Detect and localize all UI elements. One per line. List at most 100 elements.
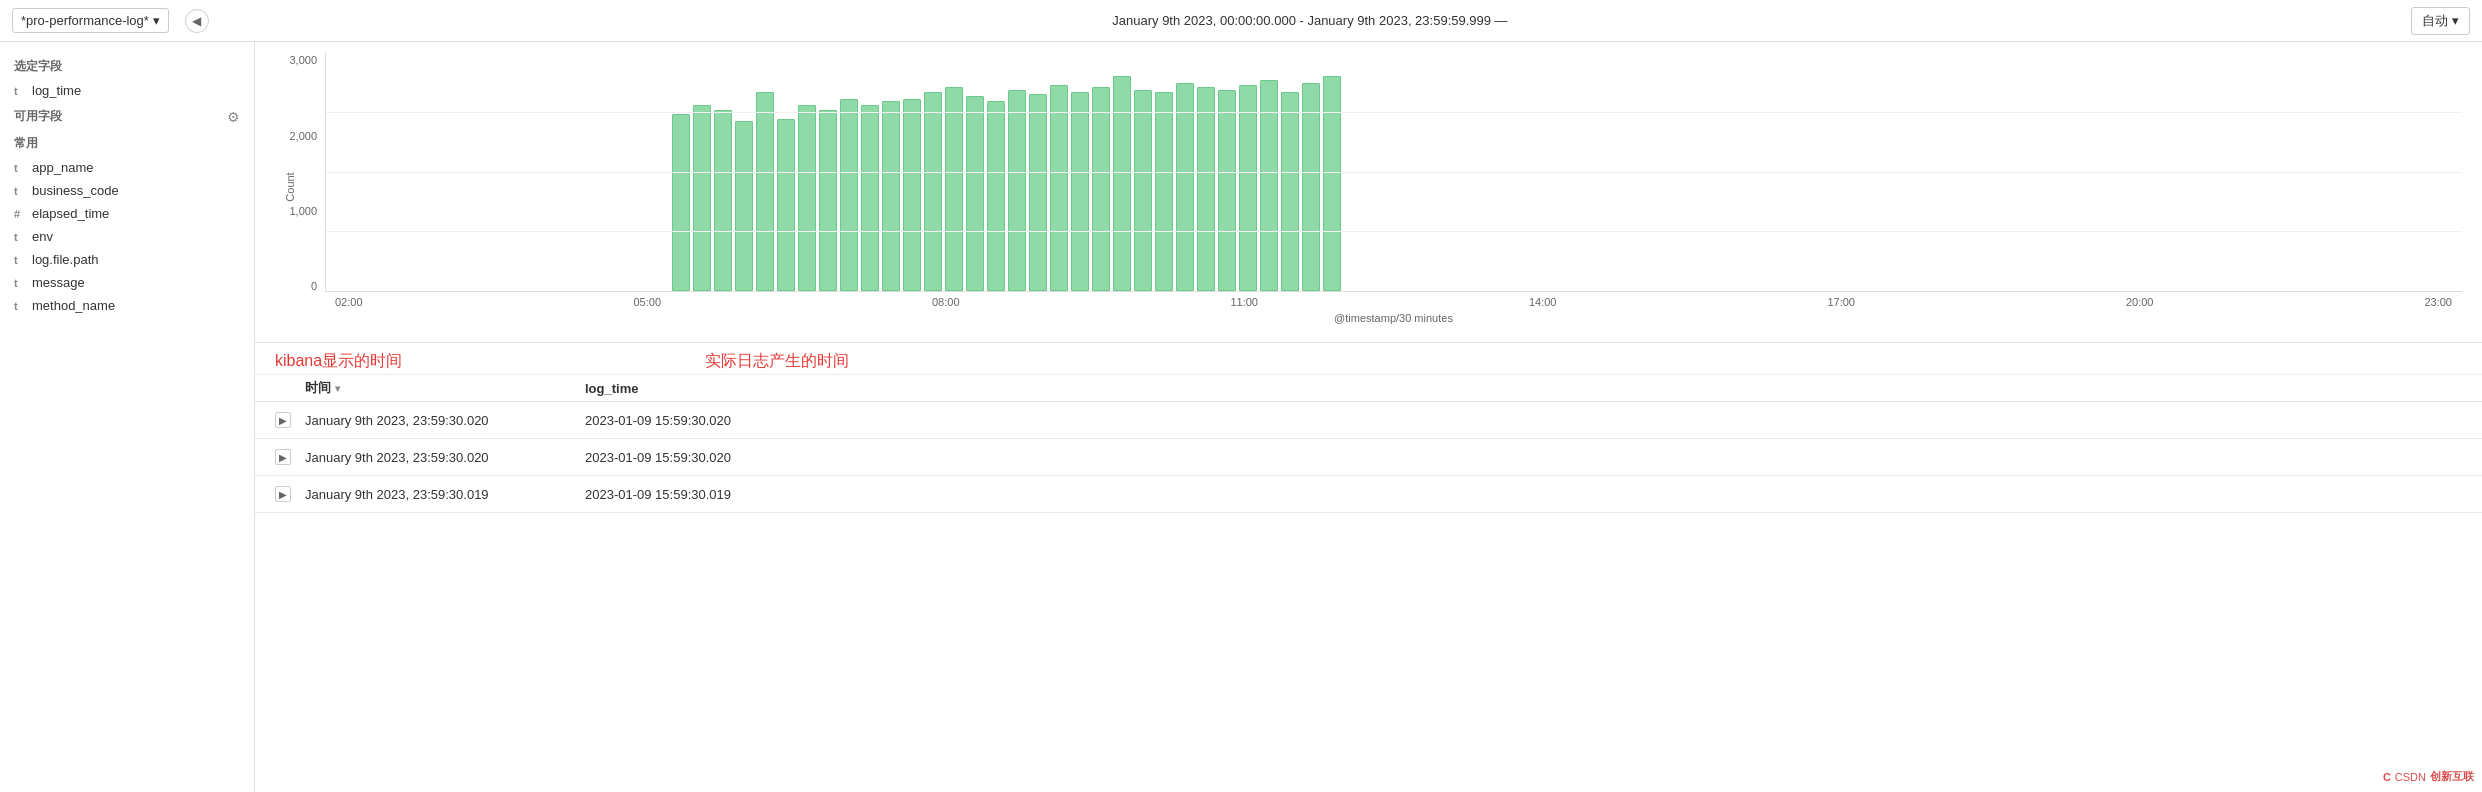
chart-bar (1176, 83, 1194, 291)
content-area: 3,000 2,000 1,000 0 Count 02:00 05:00 08… (255, 42, 2482, 792)
chart-bar (1260, 80, 1278, 291)
chart-bar (1155, 92, 1173, 291)
index-name: *pro-performance-log* (21, 13, 149, 28)
sidebar-item-env[interactable]: t env (0, 225, 254, 248)
logtime-column-label: log_time (585, 381, 638, 396)
chart-bar (1134, 90, 1152, 292)
chart-bar (861, 105, 879, 291)
field-name-elapsed-time: elapsed_time (32, 206, 109, 221)
chart-bar (882, 101, 900, 291)
auto-dropdown-arrow-icon: ▾ (2452, 13, 2459, 28)
chart-bar (777, 119, 795, 291)
field-name-message: message (32, 275, 85, 290)
x-label-1100: 11:00 (1230, 296, 1258, 308)
table-row: ▶ January 9th 2023, 23:59:30.019 2023-01… (255, 476, 2482, 513)
csdn-watermark: C CSDN 创新互联 (2383, 769, 2474, 784)
x-label-1700: 17:00 (1827, 296, 1855, 308)
y-label-2000: 2,000 (289, 130, 317, 142)
chart-container: 3,000 2,000 1,000 0 Count 02:00 05:00 08… (275, 52, 2462, 322)
time-column-header[interactable]: 时间 ▾ (305, 379, 585, 397)
auto-label: 自动 (2422, 12, 2448, 30)
selected-fields-title: 选定字段 (0, 52, 254, 79)
table-row: ▶ January 9th 2023, 23:59:30.020 2023-01… (255, 402, 2482, 439)
chart-bar (693, 105, 711, 291)
index-dropdown[interactable]: *pro-performance-log* ▾ (12, 8, 169, 33)
csdn-brand-icon: 创新互联 (2430, 769, 2474, 784)
chart-bar (924, 92, 942, 291)
chart-bars (325, 52, 2462, 292)
field-name-log-file-path: log.file.path (32, 252, 99, 267)
x-label-1400: 14:00 (1529, 296, 1557, 308)
back-button[interactable]: ◀ (185, 9, 209, 33)
field-name-app-name: app_name (32, 160, 93, 175)
sidebar-item-log-time-selected[interactable]: t log_time (0, 79, 254, 102)
time-value-1: January 9th 2023, 23:59:30.020 (305, 413, 585, 428)
chart-bar (1071, 92, 1089, 291)
y-label-1000: 1,000 (289, 205, 317, 217)
chart-bar (987, 101, 1005, 291)
chart-bar (1302, 83, 1320, 291)
common-fields-title: 常用 (0, 129, 254, 156)
field-name-method-name: method_name (32, 298, 115, 313)
chart-bar (840, 99, 858, 291)
table-section: kibana显示的时间 实际日志产生的时间 时间 ▾ log_time (255, 342, 2482, 792)
chart-bar (819, 110, 837, 291)
x-label-0800: 08:00 (932, 296, 960, 308)
y-label-3000: 3,000 (289, 54, 317, 66)
sidebar-item-app-name[interactable]: t app_name (0, 156, 254, 179)
chart-bar (756, 92, 774, 291)
expand-col-2: ▶ (275, 449, 305, 465)
available-fields-title: 可用字段 (14, 108, 62, 125)
csdn-logo-icon: C (2383, 771, 2391, 783)
expand-button-2[interactable]: ▶ (275, 449, 291, 465)
x-axis: 02:00 05:00 08:00 11:00 14:00 17:00 20:0… (325, 292, 2462, 322)
dropdown-arrow-icon: ▾ (153, 13, 160, 28)
chart-bar (798, 105, 816, 291)
y-label-0: 0 (311, 280, 317, 292)
table-row: ▶ January 9th 2023, 23:59:30.020 2023-01… (255, 439, 2482, 476)
sidebar-item-method-name[interactable]: t method_name (0, 294, 254, 317)
annotation-row: kibana显示的时间 实际日志产生的时间 (255, 343, 2482, 375)
chart-bar (1323, 76, 1341, 291)
chart-bar (1197, 87, 1215, 291)
main-layout: 选定字段 t log_time 可用字段 ⚙ 常用 t app_name t b… (0, 42, 2482, 792)
gear-icon[interactable]: ⚙ (227, 109, 240, 125)
x-axis-title: @timestamp/30 minutes (1334, 312, 1453, 324)
expand-col-1: ▶ (275, 412, 305, 428)
chart-bar (735, 121, 753, 291)
table-header: 时间 ▾ log_time (255, 375, 2482, 402)
top-bar: *pro-performance-log* ▾ ◀ January 9th 20… (0, 0, 2482, 42)
time-value-3: January 9th 2023, 23:59:30.019 (305, 487, 585, 502)
chart-bar (1050, 85, 1068, 291)
chart-area: 3,000 2,000 1,000 0 Count 02:00 05:00 08… (255, 42, 2482, 342)
chart-bar (1113, 76, 1131, 291)
time-range: January 9th 2023, 00:00:00.000 - January… (209, 13, 2411, 28)
chart-bar (1218, 90, 1236, 292)
chart-bar (1281, 92, 1299, 291)
expand-button-1[interactable]: ▶ (275, 412, 291, 428)
chart-bar (966, 96, 984, 291)
sidebar-item-log-file-path[interactable]: t log.file.path (0, 248, 254, 271)
grid-line-75 (326, 231, 2462, 232)
time-sort-icon[interactable]: ▾ (335, 383, 340, 394)
auto-interval-dropdown[interactable]: 自动 ▾ (2411, 7, 2470, 35)
chart-bar (903, 99, 921, 291)
sidebar-item-business-code[interactable]: t business_code (0, 179, 254, 202)
logtime-value-2: 2023-01-09 15:59:30.020 (585, 450, 731, 465)
field-name-business-code: business_code (32, 183, 119, 198)
type-badge-log-file-path: t (14, 254, 24, 266)
sidebar-item-message[interactable]: t message (0, 271, 254, 294)
csdn-label: CSDN (2395, 771, 2426, 783)
actual-time-label: 实际日志产生的时间 (705, 351, 849, 372)
x-label-0500: 05:00 (633, 296, 661, 308)
chart-bar (1092, 87, 1110, 291)
logtime-column-header: log_time (585, 381, 638, 396)
available-fields-header: 可用字段 ⚙ (0, 102, 254, 129)
x-label-0200: 02:00 (335, 296, 363, 308)
expand-button-3[interactable]: ▶ (275, 486, 291, 502)
x-label-2000: 20:00 (2126, 296, 2154, 308)
x-label-2300: 23:00 (2424, 296, 2452, 308)
type-badge-message: t (14, 277, 24, 289)
y-axis-title: Count (284, 172, 296, 201)
sidebar-item-elapsed-time[interactable]: # elapsed_time (0, 202, 254, 225)
